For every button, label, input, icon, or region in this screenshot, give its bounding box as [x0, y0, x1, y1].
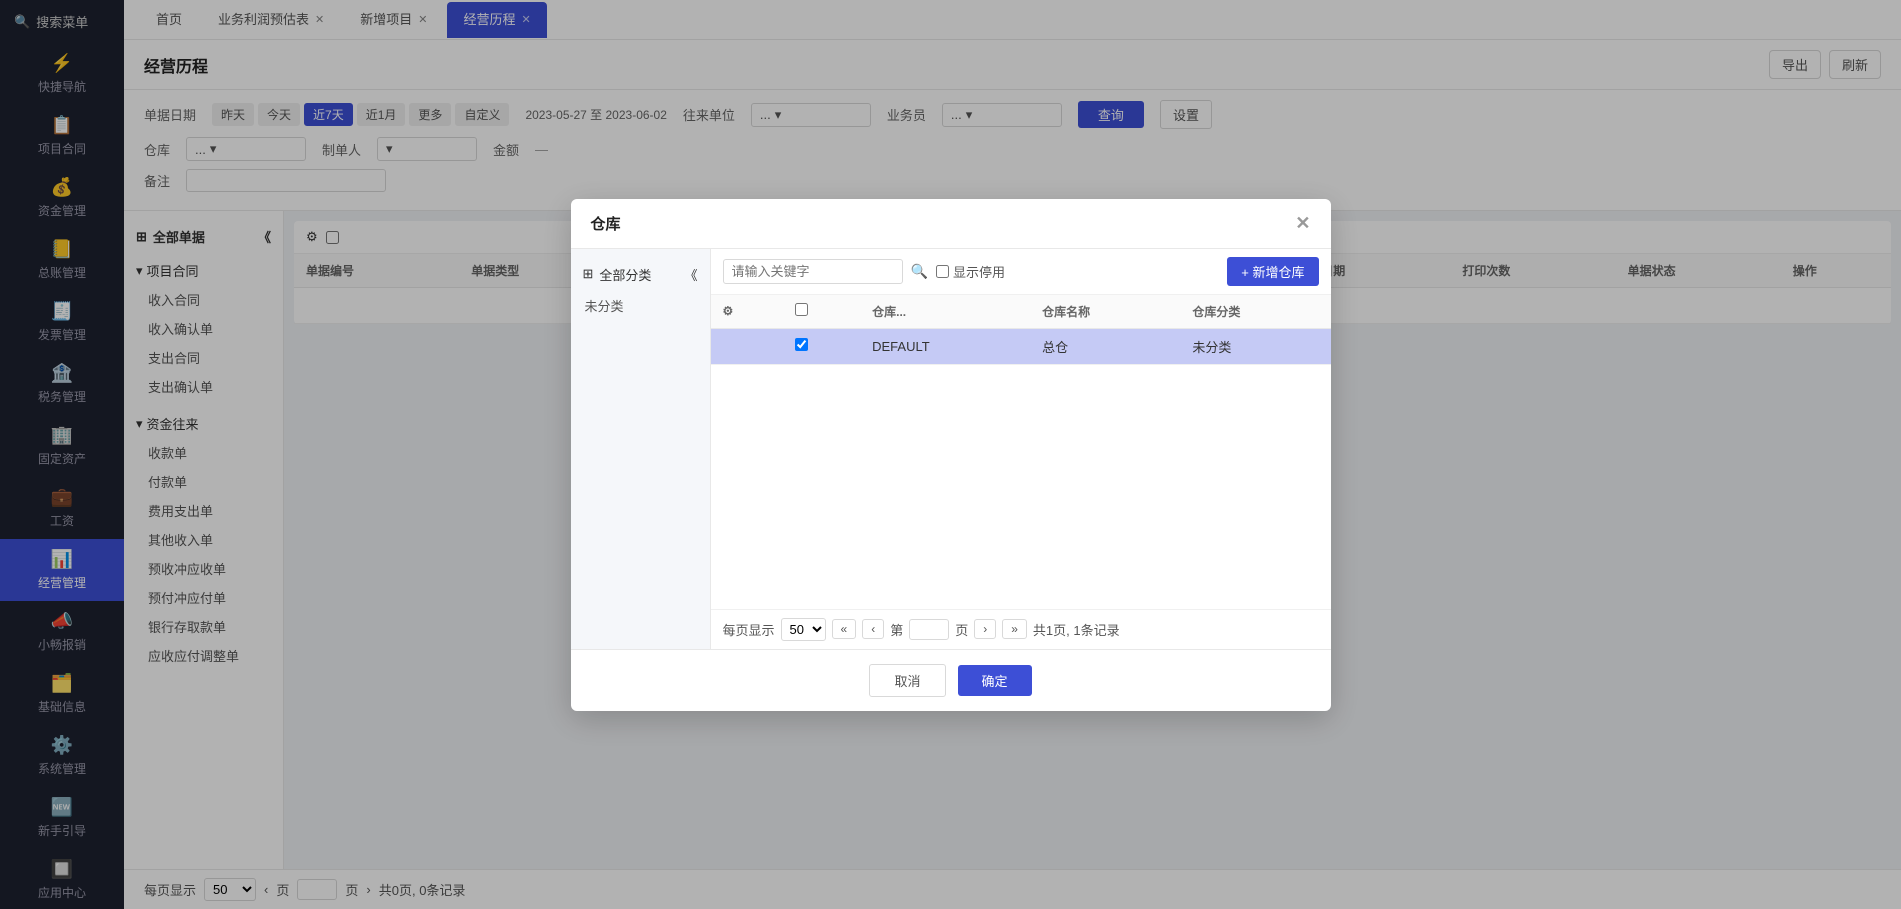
modal-select-all-checkbox[interactable] [795, 303, 808, 316]
modal-left-item[interactable]: 未分类 [571, 290, 710, 321]
modal-table-col-header: 仓库分类 [1180, 295, 1330, 329]
modal-page-size-select[interactable]: 50 [781, 618, 826, 641]
modal-page-label2: 页 [955, 620, 968, 639]
warehouse-modal: 仓库 ✕ ⊞ 全部分类 《 未分类 🔍 [571, 199, 1331, 711]
modal-close-button[interactable]: ✕ [1295, 213, 1310, 234]
modal-table-col-header: 仓库... [860, 295, 1030, 329]
modal-table-col-header: 仓库名称 [1030, 295, 1180, 329]
modal-table-col-header [783, 295, 860, 329]
modal-last-page-btn[interactable]: » [1002, 619, 1027, 639]
modal-prev-page-btn[interactable]: ‹ [862, 619, 884, 639]
modal-table-row[interactable]: DEFAULT 总仓 未分类 [711, 328, 1331, 364]
modal-show-disabled-text: 显示停用 [953, 262, 1005, 281]
modal-left-panel: ⊞ 全部分类 《 未分类 [571, 249, 711, 649]
modal-cancel-button[interactable]: 取消 [869, 664, 945, 697]
row-settings [711, 328, 783, 364]
grid-icon-modal: ⊞ [583, 266, 594, 282]
modal-pagination: 每页显示 50 « ‹ 第 1 页 › » 共1页, 1条记录 [711, 609, 1331, 649]
modal-total-text: 共1页, 1条记录 [1033, 620, 1120, 639]
modal-title: 仓库 [591, 213, 621, 234]
modal-left-items: 未分类 [571, 290, 710, 321]
row-name: 总仓 [1030, 328, 1180, 364]
modal-show-disabled-checkbox[interactable] [936, 265, 949, 278]
modal-table: ⚙ 仓库...仓库名称仓库分类 DEFAULT 总仓 未分类 [711, 295, 1331, 365]
modal-overlay[interactable]: 仓库 ✕ ⊞ 全部分类 《 未分类 🔍 [0, 0, 1901, 909]
modal-next-page-btn[interactable]: › [974, 619, 996, 639]
settings-col-icon[interactable]: ⚙ [723, 304, 734, 318]
modal-page-size-label: 每页显示 [723, 620, 775, 639]
modal-body: ⊞ 全部分类 《 未分类 🔍 显示停用 + 新增仓库 [571, 249, 1331, 649]
modal-show-disabled-label: 显示停用 [936, 262, 1005, 281]
modal-add-button[interactable]: + 新增仓库 [1227, 257, 1318, 286]
modal-confirm-button[interactable]: 确定 [958, 665, 1032, 696]
row-code: DEFAULT [860, 328, 1030, 364]
modal-table-wrap: ⚙ 仓库...仓库名称仓库分类 DEFAULT 总仓 未分类 [711, 295, 1331, 609]
modal-first-page-btn[interactable]: « [832, 619, 857, 639]
modal-toolbar: 🔍 显示停用 + 新增仓库 [711, 249, 1331, 295]
row-checkbox[interactable] [783, 328, 860, 364]
modal-search-button[interactable]: 🔍 [911, 263, 928, 280]
modal-right: 🔍 显示停用 + 新增仓库 ⚙ 仓库...仓库名称仓库分类 DEFAULT [711, 249, 1331, 649]
modal-table-col-header: ⚙ [711, 295, 783, 329]
modal-collapse-icon[interactable]: 《 [684, 265, 697, 284]
row-category: 未分类 [1180, 328, 1330, 364]
modal-all-category[interactable]: ⊞ 全部分类 《 [571, 259, 710, 290]
modal-header: 仓库 ✕ [571, 199, 1331, 249]
modal-page-input[interactable]: 1 [909, 619, 949, 640]
modal-all-label: 全部分类 [599, 265, 651, 284]
modal-footer: 取消 确定 [571, 649, 1331, 711]
modal-page-label: 第 [890, 620, 903, 639]
modal-search-input[interactable] [723, 259, 903, 284]
